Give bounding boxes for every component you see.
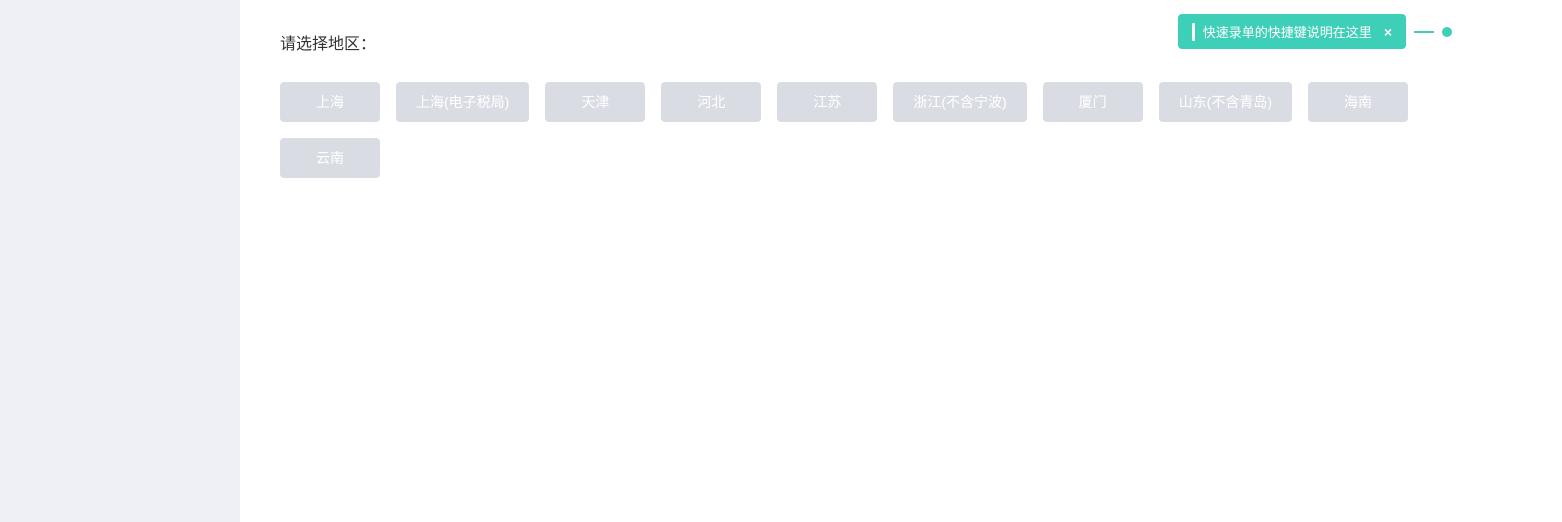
main-content: 请选择地区： 上海上海(电子税局)天津河北江苏浙江(不含宁波)厦门山东(不含青岛… [240,0,1562,522]
region-button-6[interactable]: 厦门 [1043,82,1143,122]
tooltip-line [1414,31,1434,33]
region-button-4[interactable]: 江苏 [777,82,877,122]
sidebar [0,0,240,522]
tooltip-bar [1192,23,1195,41]
region-button-8[interactable]: 海南 [1308,82,1408,122]
region-button-5[interactable]: 浙江(不含宁波) [893,82,1026,122]
region-button-3[interactable]: 河北 [661,82,761,122]
region-button-2[interactable]: 天津 [545,82,645,122]
region-buttons: 上海上海(电子税局) 天津河北江苏浙江(不含宁波) 厦门山东(不含青岛) 海南云南 [280,82,1522,178]
region-button-9[interactable]: 云南 [280,138,380,178]
tooltip-close-button[interactable]: × [1384,24,1392,40]
region-button-7[interactable]: 山东(不含青岛) [1159,82,1292,122]
region-button-1[interactable]: 上海(电子税局) [396,82,529,122]
tooltip-dot [1442,27,1452,37]
tooltip-text: 快速录单的快捷键说明在这里 [1203,22,1372,41]
tooltip-container: 快速录单的快捷键说明在这里 × [1178,14,1452,49]
tooltip-box: 快速录单的快捷键说明在这里 × [1178,14,1406,49]
region-button-0[interactable]: 上海 [280,82,380,122]
